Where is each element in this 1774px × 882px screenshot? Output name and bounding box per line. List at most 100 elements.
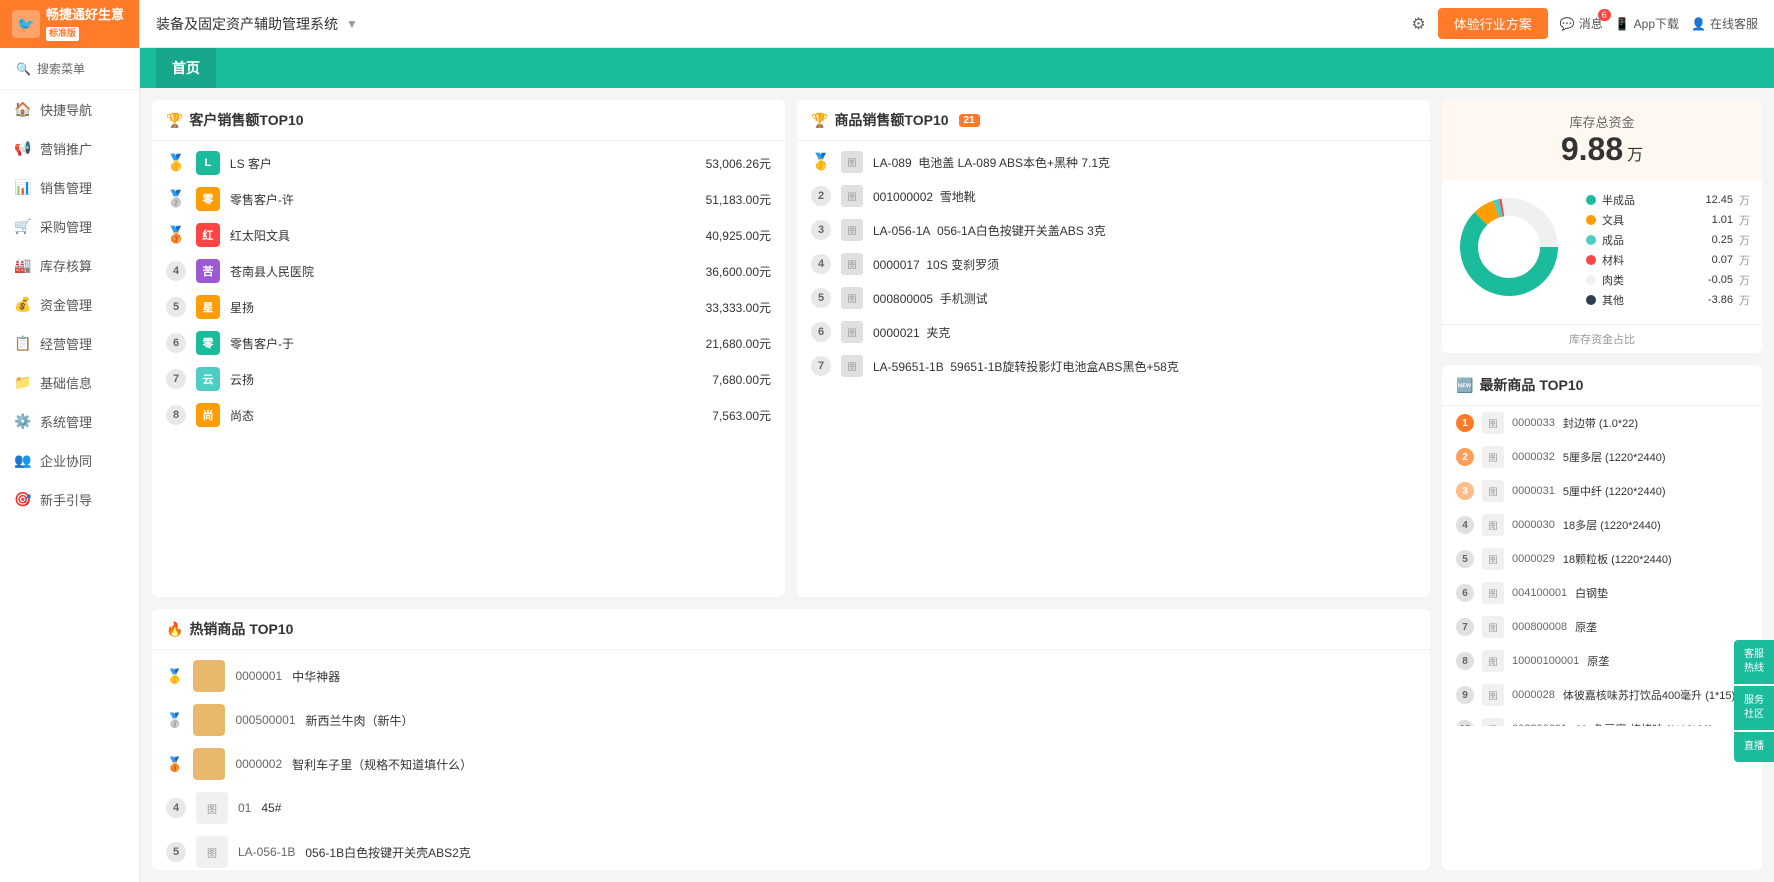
sidebar-item-label: 新手引导	[40, 490, 92, 509]
rank-item: 6 零 零售客户-于 21,680.00元	[152, 325, 785, 361]
finance-icon: 💰	[14, 296, 32, 314]
medal-icon: 🥇	[811, 152, 831, 172]
sidebar-item-collab[interactable]: 👥 企业协同	[0, 441, 139, 480]
customer-avatar: 红	[196, 223, 220, 247]
product-img-placeholder: 图	[841, 219, 863, 241]
new-product-item: 1 图 0000033 封边带 (1.0*22)	[1442, 406, 1762, 440]
nav-home[interactable]: 首页	[156, 48, 216, 88]
online-service-button[interactable]: 👤 在线客服	[1691, 15, 1758, 32]
new-prod-img: 图	[1482, 514, 1504, 536]
sidebar-item-operation[interactable]: 📋 经营管理	[0, 324, 139, 363]
legend-unit: 万	[1739, 292, 1750, 308]
legend-value: -3.86	[1708, 294, 1733, 306]
product-rank-item: 7 图 LA-59651-1B 59651-1B旋转投影灯电池盒ABS黑色+58…	[797, 349, 1430, 383]
new-products-header: 🆕 最新商品 TOP10	[1442, 365, 1762, 406]
sidebar-item-purchase[interactable]: 🛒 采购管理	[0, 207, 139, 246]
legend-name: 文具	[1602, 212, 1706, 228]
product-ranking-panel: 🏆 商品销售额TOP10 21 🥇 图 LA-089 电池盖 LA-089 AB…	[797, 100, 1430, 597]
new-prod-name: 原垄	[1575, 619, 1748, 635]
sidebar-item-finance[interactable]: 💰 资金管理	[0, 285, 139, 324]
product-image	[193, 660, 225, 692]
customer-ranking-header: 🏆 客户销售额TOP10	[152, 100, 785, 141]
new-product-item: 7 图 000800008 原垄	[1442, 610, 1762, 644]
purchase-icon: 🛒	[14, 218, 32, 236]
new-icon: 🆕	[1456, 377, 1473, 394]
stock-label: 库存总资金	[1569, 112, 1634, 131]
new-prod-code: 0000033	[1512, 417, 1555, 429]
new-prod-img: 图	[1482, 684, 1504, 706]
topbar-title: 装备及固定资产辅助管理系统 ▼	[156, 14, 1399, 34]
legend-dot	[1586, 255, 1596, 265]
new-prod-rank: 7	[1456, 618, 1474, 636]
legend-item: 成品 0.25 万	[1586, 232, 1750, 248]
new-prod-img: 图	[1482, 650, 1504, 672]
new-prod-rank: 8	[1456, 652, 1474, 670]
new-product-item: 2 图 0000032 5厘多层 (1220*2440)	[1442, 440, 1762, 474]
product-ranking-badge: 21	[959, 114, 980, 127]
sidebar-item-label: 企业协同	[40, 451, 92, 470]
product-img-placeholder: 图	[841, 287, 863, 309]
customer-name: 尚态	[230, 407, 702, 424]
rank-number: 8	[166, 405, 186, 425]
float-service-btn[interactable]: 客服 热线	[1734, 640, 1774, 684]
new-prod-name: 18多层 (1220*2440)	[1563, 517, 1748, 533]
hot-products-content: 🥇 0000001 中华神器 🥈 000500001 新西兰牛肉（新牛） 🥉 0…	[152, 650, 1430, 870]
hot-products-title: 热销商品 TOP10	[189, 619, 293, 639]
new-products-title: 最新商品 TOP10	[1479, 375, 1583, 395]
product-rank-info: 000800005 手机测试	[873, 290, 1416, 307]
rank-number: 4	[166, 261, 186, 281]
trial-button[interactable]: 体验行业方案	[1438, 8, 1548, 39]
float-live-btn[interactable]: 直播	[1734, 732, 1774, 762]
online-service-label: 在线客服	[1710, 15, 1758, 32]
search-menu-area[interactable]: 🔍 搜索菜单	[0, 48, 139, 90]
product-code: 01	[238, 801, 251, 815]
sidebar-nav: 🏠 快捷导航 📢 营销推广 📊 销售管理 🛒 采购管理 🏭 库存核算 💰 资金管…	[0, 90, 139, 882]
product-image-placeholder: 图	[196, 792, 228, 824]
product-img-placeholder: 图	[841, 355, 863, 377]
customer-amount: 7,680.00元	[712, 371, 771, 388]
stock-header: 库存总资金 9.88 万	[1442, 100, 1762, 180]
customer-name: 苍南县人民医院	[230, 263, 696, 280]
message-icon: 💬	[1560, 17, 1575, 31]
product-ranking-header: 🏆 商品销售额TOP10 21	[797, 100, 1430, 141]
product-rank-info: LA-056-1A 056-1A白色按键开关盖ABS 3克	[873, 222, 1416, 239]
sidebar-item-inventory[interactable]: 🏭 库存核算	[0, 246, 139, 285]
sidebar-item-marketing[interactable]: 📢 营销推广	[0, 129, 139, 168]
stock-unit: 万	[1627, 141, 1643, 165]
donut-chart	[1454, 192, 1574, 312]
hot-product-item: 🥇 0000001 中华神器	[152, 654, 1430, 698]
sidebar-item-label: 系统管理	[40, 412, 92, 431]
gear-icon[interactable]: ⚙	[1411, 14, 1425, 34]
new-prod-rank: 5	[1456, 550, 1474, 568]
float-community-btn[interactable]: 服务 社区	[1734, 686, 1774, 730]
new-prod-name: 原垄	[1587, 653, 1748, 669]
message-button[interactable]: 💬 消息 6	[1560, 15, 1603, 32]
legend-item: 材料 0.07 万	[1586, 252, 1750, 268]
new-prod-rank: 2	[1456, 448, 1474, 466]
message-badge: 6	[1598, 9, 1611, 21]
rank-number: 6	[811, 322, 831, 342]
product-rank-info: 001000002 雪地靴	[873, 188, 1416, 205]
product-image	[193, 748, 225, 780]
product-rank-item: 5 图 000800005 手机测试	[797, 281, 1430, 315]
rank-number: 5	[166, 842, 186, 862]
stock-footer: 库存资金占比	[1442, 324, 1762, 353]
app-download-button[interactable]: 📱 App下载	[1615, 15, 1679, 32]
customer-avatar: 苦	[196, 259, 220, 283]
new-prod-rank: 10	[1456, 720, 1474, 726]
customer-name: 红太阳文具	[230, 227, 696, 244]
legend-dot	[1586, 295, 1596, 305]
sidebar-item-guide[interactable]: 🎯 新手引导	[0, 480, 139, 519]
medal-icon: 🥉	[166, 756, 183, 773]
sales-icon: 📊	[14, 179, 32, 197]
new-prod-rank: 3	[1456, 482, 1474, 500]
sidebar-item-sales[interactable]: 📊 销售管理	[0, 168, 139, 207]
logo-area: 🐦 畅捷通好生意 标准版	[0, 0, 139, 48]
product-rank-item: 🥇 图 LA-089 电池盖 LA-089 ABS本色+黑种 7.1克	[797, 145, 1430, 179]
stock-amount: 9.88	[1561, 131, 1623, 168]
legend-name: 半成品	[1602, 192, 1699, 208]
sidebar-item-basic[interactable]: 📁 基础信息	[0, 363, 139, 402]
search-menu-button[interactable]: 🔍 搜索菜单	[10, 56, 129, 81]
sidebar-item-system[interactable]: ⚙️ 系统管理	[0, 402, 139, 441]
sidebar-item-home[interactable]: 🏠 快捷导航	[0, 90, 139, 129]
